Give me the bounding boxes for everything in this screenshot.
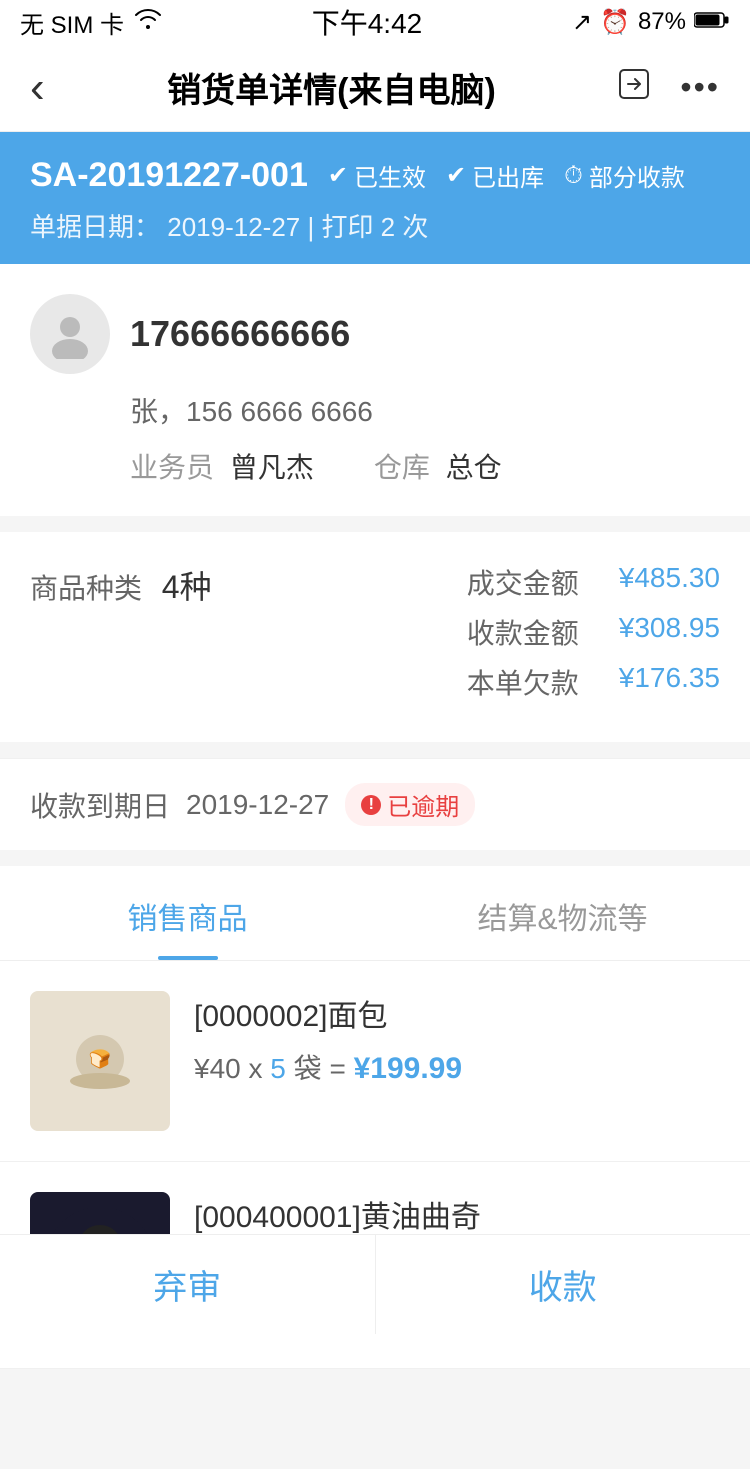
stats-section: 商品种类 4种 成交金额 ¥485.30 收款金额 ¥308.95 本单欠款 ¥…: [0, 532, 750, 742]
product-qty-bread: 5: [270, 1053, 286, 1084]
overdue-badge: ! 已逾期: [345, 783, 475, 826]
financial-stats: 成交金额 ¥485.30 收款金额 ¥308.95 本单欠款 ¥176.35: [467, 562, 720, 712]
confirm-button[interactable]: 收款: [376, 1235, 750, 1334]
more-icon[interactable]: •••: [680, 69, 720, 106]
sales-info: 业务员 曾凡杰: [130, 446, 314, 486]
avatar: [30, 294, 110, 374]
status-bar: 无 SIM 卡 下午4:42 ↗ ⏰ 87%: [0, 0, 750, 44]
transaction-label: 成交金额: [467, 562, 579, 602]
warehouse-name: 总仓: [446, 452, 502, 483]
check-icon-1: ✔: [328, 161, 348, 190]
received-label: 收款金额: [467, 612, 579, 652]
due-section: 收款到期日 2019-12-27 ! 已逾期: [0, 758, 750, 850]
back-button[interactable]: ‹: [30, 63, 45, 113]
product-kind: 商品种类 4种: [30, 562, 212, 616]
battery-icon: [694, 8, 730, 36]
customer-phone: 17666666666: [130, 313, 350, 355]
tabs-section: 销售商品 结算&物流等: [0, 866, 750, 961]
status-bar-right: ↗ ⏰ 87%: [572, 8, 730, 37]
wifi-icon: [134, 8, 162, 36]
share-icon[interactable]: [618, 67, 650, 109]
cancel-button[interactable]: 弃审: [0, 1235, 376, 1334]
product-name-cookie: [000400001]黄油曲奇: [194, 1192, 720, 1236]
due-date-label: 收款到期日: [30, 785, 170, 825]
transaction-value: ¥485.30: [619, 562, 720, 602]
product-image-bread: 🍞: [30, 991, 170, 1131]
status-bar-left: 无 SIM 卡: [20, 5, 162, 40]
status-badge-shipped: ✔ 已出库: [446, 158, 544, 193]
bottom-bar: 弃审 收款: [0, 1234, 750, 1334]
location-icon: ↗: [572, 8, 592, 37]
product-item-bread: 🍞 [0000002]面包 ¥40 x 5 袋 = ¥199.99: [0, 961, 750, 1162]
clock-icon: ⏱: [564, 162, 583, 190]
overdue-icon: !: [361, 795, 381, 815]
warehouse-info: 仓库 总仓: [374, 446, 502, 486]
status-badge-effective: ✔ 已生效: [328, 158, 426, 193]
customer-name: 张，156 6666 6666: [30, 390, 720, 430]
svg-text:🍞: 🍞: [89, 1048, 111, 1069]
nav-right-actions: •••: [618, 67, 720, 109]
due-date-value: 2019-12-27: [186, 789, 329, 821]
check-icon-2: ✔: [446, 161, 466, 190]
owing-value: ¥176.35: [619, 662, 720, 702]
tab-sales-products[interactable]: 销售商品: [0, 866, 375, 960]
status-bar-time: 下午4:42: [312, 2, 423, 42]
nav-bar: ‹ 销货单详情(来自电脑) •••: [0, 44, 750, 132]
carrier-text: 无 SIM 卡: [20, 5, 124, 40]
product-kind-value: 4种: [162, 569, 212, 605]
order-header: SA-20191227-001 ✔ 已生效 ✔ 已出库 ⏱ 部分收款 单据日期：…: [0, 132, 750, 264]
product-total-bread: ¥199.99: [354, 1052, 462, 1085]
sales-name: 曾凡杰: [230, 452, 314, 483]
order-date: 单据日期： 2019-12-27 | 打印 2 次: [30, 207, 720, 244]
product-price-bread: ¥40 x 5 袋 = ¥199.99: [194, 1047, 720, 1087]
page-title: 销货单详情(来自电脑): [167, 63, 496, 112]
received-value: ¥308.95: [619, 612, 720, 652]
tab-settlement[interactable]: 结算&物流等: [375, 866, 750, 960]
customer-meta: 业务员 曾凡杰 仓库 总仓: [30, 446, 720, 486]
order-id: SA-20191227-001: [30, 156, 308, 195]
product-name-bread: [0000002]面包: [194, 991, 720, 1035]
battery-text: 87%: [638, 8, 686, 36]
product-info-bread: [0000002]面包 ¥40 x 5 袋 = ¥199.99: [194, 991, 720, 1087]
owing-label: 本单欠款: [467, 662, 579, 702]
customer-section: 17666666666 张，156 6666 6666 业务员 曾凡杰 仓库 总…: [0, 264, 750, 516]
alarm-icon: ⏰: [600, 8, 630, 37]
status-badge-partial: ⏱ 部分收款: [564, 158, 685, 193]
